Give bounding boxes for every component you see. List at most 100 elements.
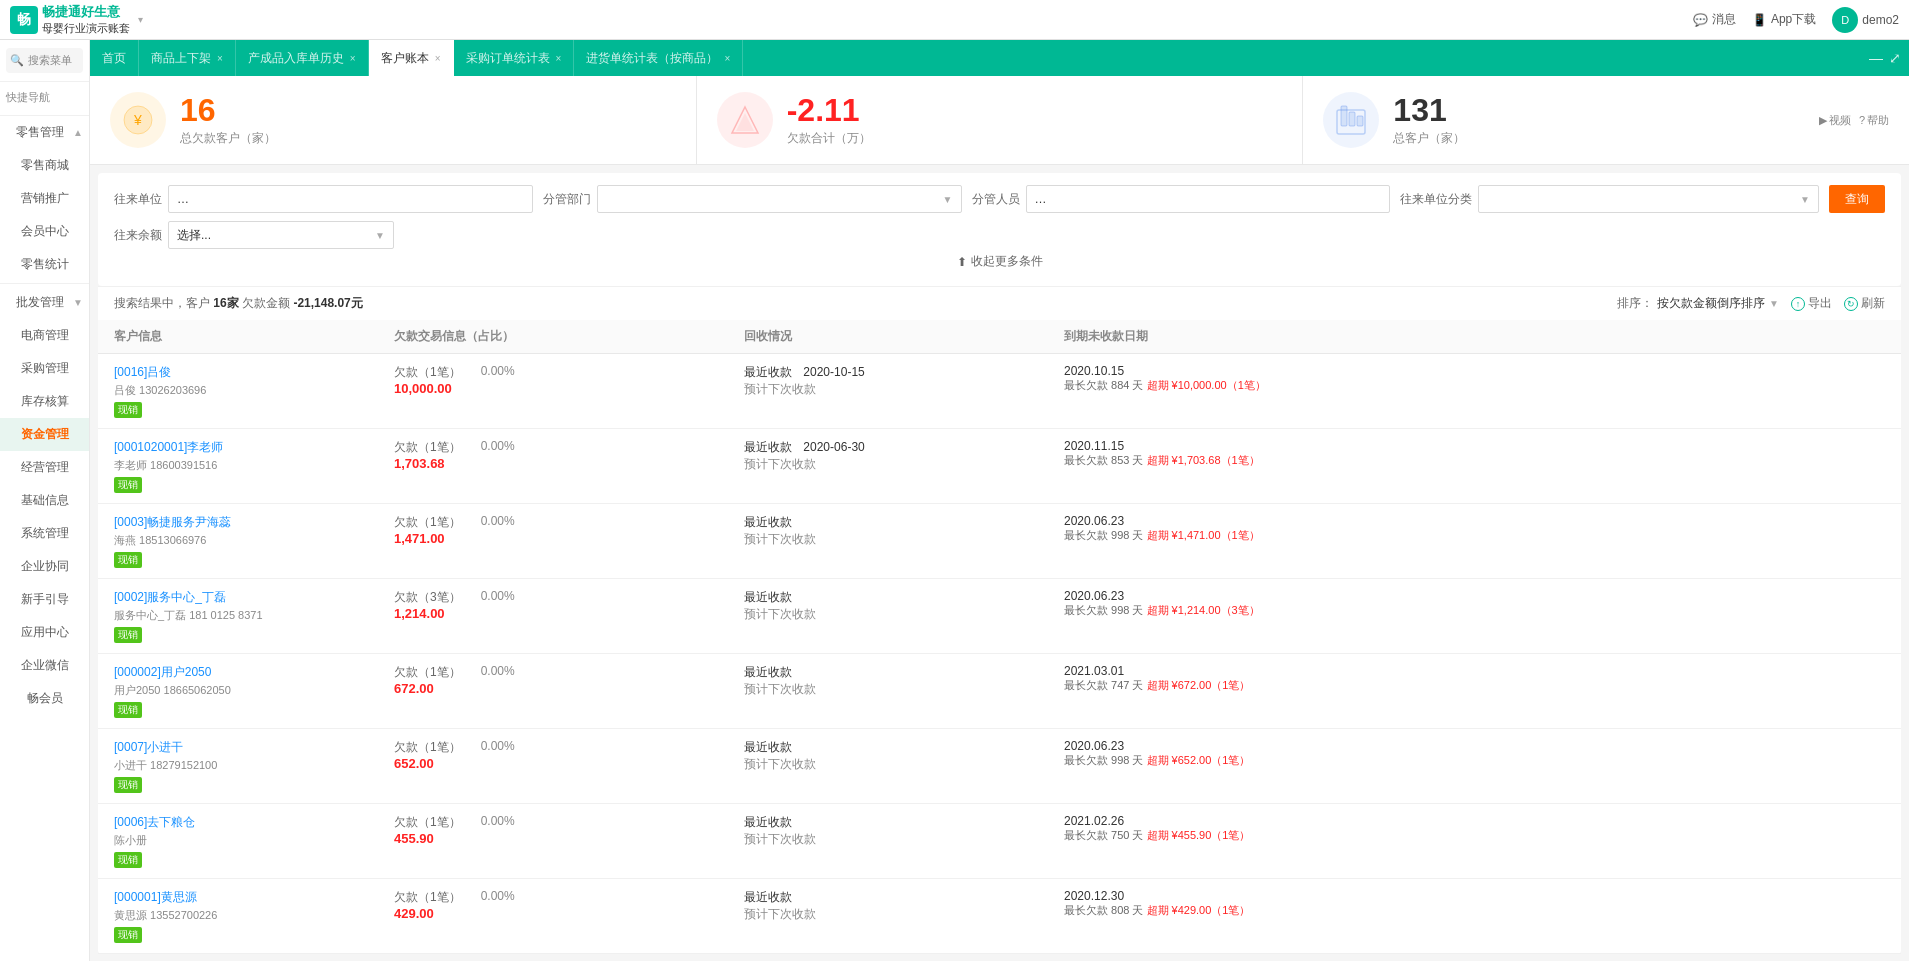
date-info-000001: 2020.12.30 最长欠款 808 天 超期 ¥429.00（1笔） [1064, 889, 1885, 918]
sidebar-item-stock-calc[interactable]: 库存核算 [0, 385, 89, 418]
balance-select[interactable]: 选择... ▼ [168, 221, 394, 249]
search-menu-label: 搜索菜单 [28, 53, 72, 68]
tab-product-off[interactable]: 商品上下架 × [139, 40, 236, 76]
customer-tag-000001: 现销 [114, 927, 142, 943]
message-btn[interactable]: 💬 消息 [1693, 11, 1736, 28]
collapse-up-icon: ⬆ [957, 255, 967, 269]
table-row-0016: [0016]吕俊 吕俊 13026203696 现销 欠款（1笔） 10,000… [98, 354, 1901, 428]
tab-customer-account-close[interactable]: × [435, 53, 441, 64]
overdue-link-0006[interactable]: 超期 ¥455.90（1笔） [1147, 829, 1251, 841]
overdue-link-0002[interactable]: 超期 ¥1,214.00（3笔） [1147, 604, 1260, 616]
sort-select[interactable]: 按欠款金额倒序排序 [1657, 295, 1765, 312]
search-menu-btn[interactable]: 🔍 搜索菜单 [6, 48, 83, 73]
sidebar-item-retail-stats[interactable]: 零售统计 [0, 248, 89, 281]
user-area[interactable]: D demo2 [1832, 7, 1899, 33]
sidebar-item-marketing[interactable]: 营销推广 [0, 182, 89, 215]
sidebar-item-retail-store[interactable]: 零售商城 [0, 149, 89, 182]
sidebar-item-app-center[interactable]: 应用中心 [0, 616, 89, 649]
unit-category-select[interactable]: ▼ [1478, 185, 1819, 213]
sidebar-item-ops-mgmt[interactable]: 经营管理 [0, 451, 89, 484]
repay-info-0001020001: 最近收款 2020-06-30 预计下次收款 [744, 439, 1064, 473]
source-unit-input[interactable]: … [168, 185, 533, 213]
debt-amount-0001020001: 1,703.68 [394, 456, 461, 471]
tab-minimize-btn[interactable]: — [1869, 50, 1883, 66]
customer-name-000002[interactable]: [000002]用户2050 [114, 664, 394, 681]
sidebar-item-sys-mgmt-label: 系统管理 [6, 525, 83, 542]
sidebar-item-basic-info[interactable]: 基础信息 [0, 484, 89, 517]
manager-input[interactable]: … [1026, 185, 1391, 213]
filter-collapse-btn[interactable]: ⬆ 收起更多条件 [114, 253, 1885, 270]
dept-select[interactable]: ▼ [597, 185, 962, 213]
customer-name-000001[interactable]: [000001]黄思源 [114, 889, 394, 906]
sidebar-item-ecommerce[interactable]: 电商管理 [0, 319, 89, 352]
help-btn[interactable]: ? 帮助 [1859, 113, 1889, 128]
debt-count-0006: 欠款（1笔） [394, 814, 461, 831]
due-date-0006: 2021.02.26 [1064, 814, 1885, 828]
sidebar-item-enterprise-collab[interactable]: 企业协同 [0, 550, 89, 583]
tab-stock-stat[interactable]: 进货单统计表（按商品） × [574, 40, 743, 76]
tab-home[interactable]: 首页 [90, 40, 139, 76]
sidebar-item-sys-mgmt[interactable]: 系统管理 [0, 517, 89, 550]
debt-0016: 欠款（1笔） 10,000.00 [394, 364, 461, 396]
tab-product-history[interactable]: 产成品入库单历史 × [236, 40, 369, 76]
overdue-link-0016[interactable]: 超期 ¥10,000.00（1笔） [1147, 379, 1266, 391]
sidebar-item-marketing-label: 营销推广 [6, 190, 83, 207]
stat-label-total-customers: 总客户（家） [1393, 130, 1465, 147]
export-btn[interactable]: ↑ 导出 [1791, 295, 1832, 312]
repay-info-0007: 最近收款 预计下次收款 [744, 739, 1064, 773]
table-row: [000001]黄思源 黄思源 13552700226 现销 欠款（1笔） 42… [98, 879, 1901, 954]
customer-name-0016[interactable]: [0016]吕俊 [114, 364, 394, 381]
tab-product-history-close[interactable]: × [350, 53, 356, 64]
overdue-link-0007[interactable]: 超期 ¥652.00（1笔） [1147, 754, 1251, 766]
customer-name-0003[interactable]: [0003]畅捷服务尹海蕊 [114, 514, 394, 531]
app-download-btn[interactable]: 📱 App下载 [1752, 11, 1816, 28]
sidebar-item-new-guide[interactable]: 新手引导 [0, 583, 89, 616]
tab-product-history-label: 产成品入库单历史 [248, 50, 344, 67]
overdue-link-0003[interactable]: 超期 ¥1,471.00（1笔） [1147, 529, 1260, 541]
overdue-link-000001[interactable]: 超期 ¥429.00（1笔） [1147, 904, 1251, 916]
overdue-link-0001020001[interactable]: 超期 ¥1,703.68（1笔） [1147, 454, 1260, 466]
balance-arrow: ▼ [375, 230, 385, 241]
tab-customer-account[interactable]: 客户账本 × [369, 40, 454, 76]
tab-maximize-btn[interactable]: ⤢ [1889, 50, 1901, 66]
sidebar-item-vip-member[interactable]: 畅会员 [0, 682, 89, 715]
customer-name-0007[interactable]: [0007]小进干 [114, 739, 394, 756]
debt-amount-000002: 672.00 [394, 681, 461, 696]
repay-latest-000001: 最近收款 [744, 889, 1064, 906]
sidebar-item-capital-mgmt[interactable]: 资金管理 [0, 418, 89, 451]
sidebar-item-purchase[interactable]: 采购管理 [0, 352, 89, 385]
sidebar-item-enterprise-wx[interactable]: 企业微信 [0, 649, 89, 682]
sidebar-item-ecommerce-label: 电商管理 [6, 327, 83, 344]
debt-0003: 欠款（1笔） 1,471.00 [394, 514, 461, 546]
repay-info-0006: 最近收款 预计下次收款 [744, 814, 1064, 848]
tab-customer-account-label: 客户账本 [381, 50, 429, 67]
tab-purchase-order-close[interactable]: × [556, 53, 562, 64]
stat-icon-debt-customers: ¥ [110, 92, 166, 148]
tab-product-off-label: 商品上下架 [151, 50, 211, 67]
tab-product-off-close[interactable]: × [217, 53, 223, 64]
refresh-btn[interactable]: ↻ 刷新 [1844, 295, 1885, 312]
due-date-0003: 2020.06.23 [1064, 514, 1885, 528]
tab-purchase-order[interactable]: 采购订单统计表 × [454, 40, 575, 76]
overdue-days-0007: 最长欠款 998 天 超期 ¥652.00（1笔） [1064, 753, 1885, 768]
sidebar-item-member[interactable]: 会员中心 [0, 215, 89, 248]
tab-stock-stat-close[interactable]: × [724, 53, 730, 64]
sidebar-item-retail-mgmt[interactable]: 零售管理 ▲ [0, 116, 89, 149]
table-row: [0002]服务中心_丁磊 服务中心_丁磊 181 0125 8371 现销 欠… [98, 579, 1901, 654]
overdue-link-000002[interactable]: 超期 ¥672.00（1笔） [1147, 679, 1251, 691]
sidebar-search-area: 🔍 搜索菜单 [0, 40, 89, 82]
customer-name-0001020001[interactable]: [0001020001]李老师 [114, 439, 394, 456]
video-btn[interactable]: ▶ 视频 [1819, 113, 1851, 128]
export-icon: ↑ [1791, 297, 1805, 311]
customer-name-0006[interactable]: [0006]去下粮仓 [114, 814, 394, 831]
filter-balance: 往来余额 选择... ▼ [114, 221, 394, 249]
query-button[interactable]: 查询 [1829, 185, 1885, 213]
customer-name-0002[interactable]: [0002]服务中心_丁磊 [114, 589, 394, 606]
message-label: 消息 [1712, 11, 1736, 28]
debt-count-0002: 欠款（3笔） [394, 589, 461, 606]
debt-amount-000001: 429.00 [394, 906, 461, 921]
sidebar-item-batch-mgmt-label: 批发管理 [6, 294, 73, 311]
svg-rect-6 [1349, 112, 1355, 126]
sidebar-item-batch-mgmt[interactable]: 批发管理 ▼ [0, 286, 89, 319]
repay-next-0003: 预计下次收款 [744, 531, 1064, 548]
